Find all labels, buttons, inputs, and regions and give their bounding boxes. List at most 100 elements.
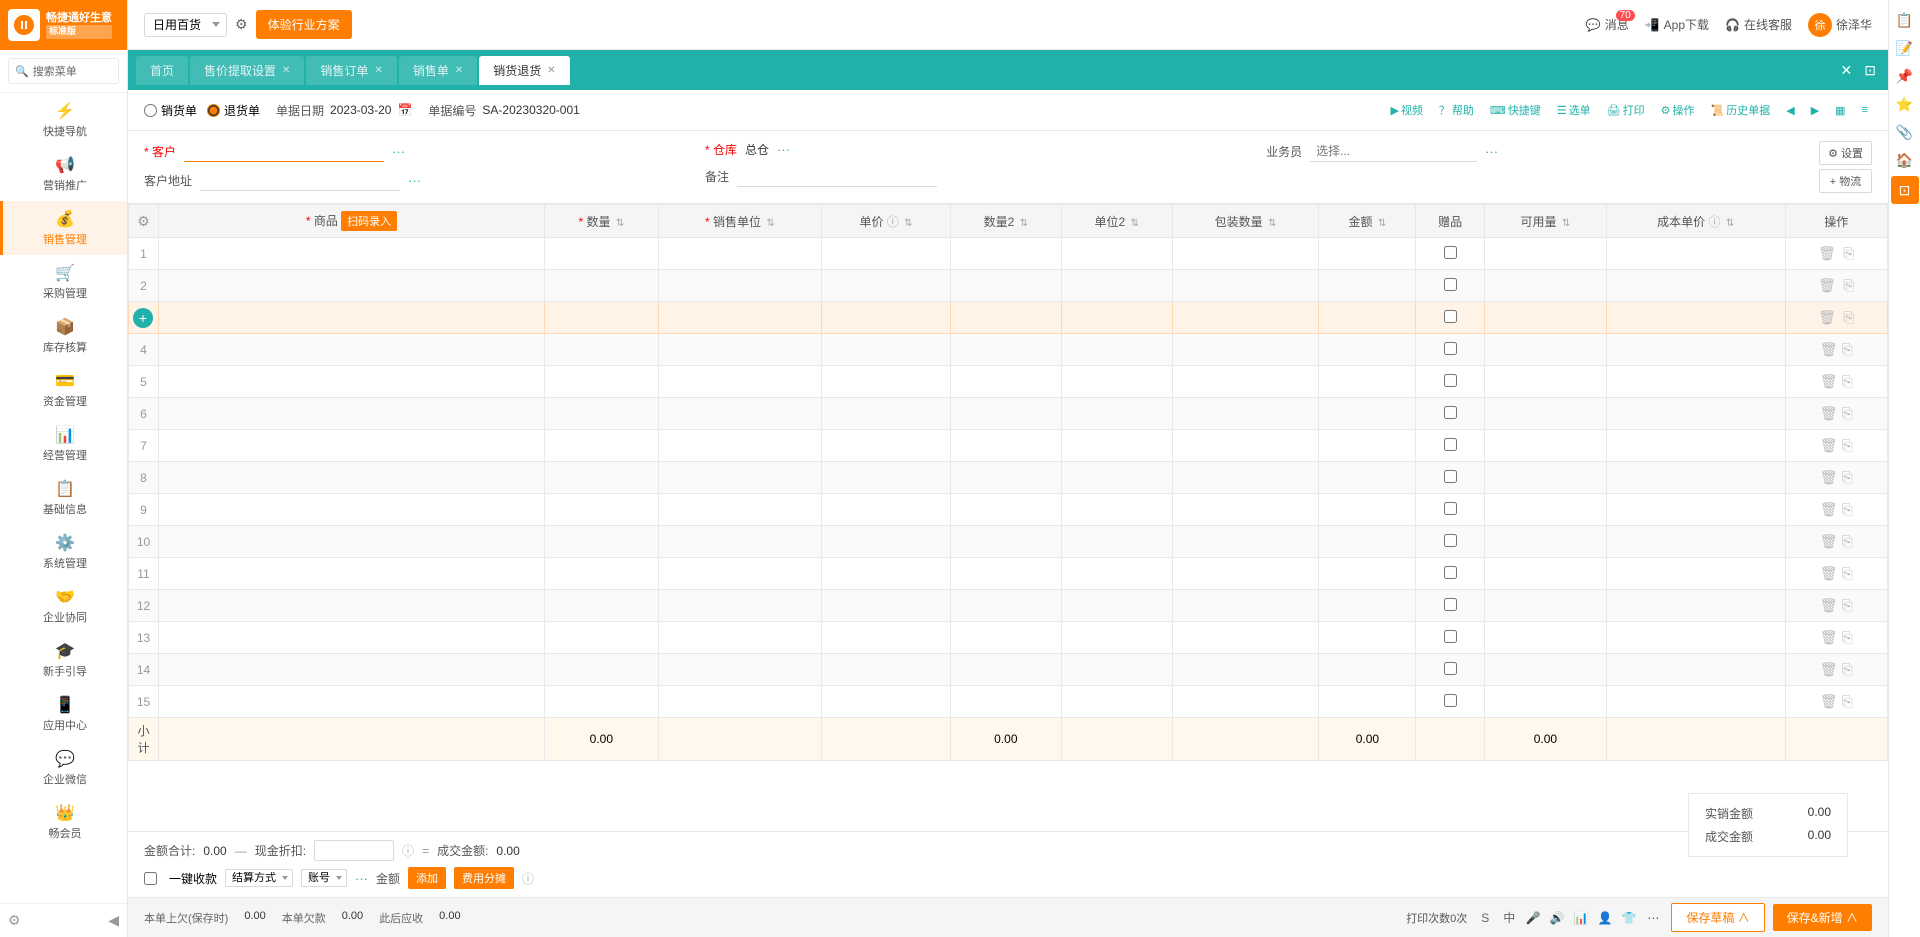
row-2-available[interactable] xyxy=(1484,270,1606,302)
row-6-delete-btn[interactable]: 🗑 xyxy=(1818,403,1840,424)
pack-sort-icon[interactable]: ⇅ xyxy=(1268,218,1276,229)
right-panel-btn-4[interactable]: ⭐ xyxy=(1893,92,1917,116)
collapse-btn[interactable]: ◀ xyxy=(108,912,119,929)
next-record-btn[interactable]: ▶ xyxy=(1807,102,1823,119)
tab-sales-close[interactable]: ✕ xyxy=(455,65,463,76)
row-5-delete-btn[interactable]: 🗑 xyxy=(1818,371,1840,392)
remark-input[interactable] xyxy=(737,166,937,187)
row-1-qty[interactable] xyxy=(545,238,659,270)
sidebar-item-basic[interactable]: 📋 基础信息 xyxy=(0,471,127,525)
right-panel-btn-1[interactable]: 📋 xyxy=(1893,8,1917,32)
row-3-gift[interactable] xyxy=(1416,302,1485,334)
row-10-delete-btn[interactable]: 🗑 xyxy=(1818,531,1840,552)
row-2-qty2[interactable] xyxy=(950,270,1061,302)
row-1-gift[interactable] xyxy=(1416,238,1485,270)
row-3-amount[interactable] xyxy=(1319,302,1416,334)
row-12-delete-btn[interactable]: 🗑 xyxy=(1818,595,1840,616)
row-1-available[interactable] xyxy=(1484,238,1606,270)
row-13-delete-btn[interactable]: 🗑 xyxy=(1818,627,1840,648)
row-2-amount[interactable] xyxy=(1319,270,1416,302)
row-14-copy-btn[interactable]: ⎘ xyxy=(1840,659,1855,680)
row-3-product[interactable] xyxy=(159,302,545,334)
cost-sort-icon[interactable]: ⇅ xyxy=(1726,218,1734,229)
prev-record-btn[interactable]: ◀ xyxy=(1782,102,1798,119)
row-7-delete-btn[interactable]: 🗑 xyxy=(1818,435,1840,456)
row-2-unit2[interactable] xyxy=(1061,270,1172,302)
select-btn[interactable]: ☰ 选单 xyxy=(1553,100,1595,120)
row-2-gift[interactable] xyxy=(1416,270,1485,302)
staff-input[interactable] xyxy=(1310,141,1477,162)
row-3-unit[interactable] xyxy=(658,302,821,334)
row-8-delete-btn[interactable]: 🗑 xyxy=(1818,467,1840,488)
view-toggle-2-btn[interactable]: ≡ xyxy=(1858,102,1872,118)
address-more-btn[interactable]: ··· xyxy=(408,173,421,188)
row-15-copy-btn[interactable]: ⎘ xyxy=(1840,691,1855,712)
sidebar-item-app-center[interactable]: 📱 应用中心 xyxy=(0,687,127,741)
th-gear[interactable]: ⚙ xyxy=(129,205,159,238)
scan-input-btn[interactable]: 扫码录入 xyxy=(341,211,397,231)
video-btn[interactable]: ▶ 视频 xyxy=(1386,100,1426,120)
row-3-pack-qty[interactable] xyxy=(1172,302,1319,334)
row-8-copy-btn[interactable]: ⎘ xyxy=(1840,467,1855,488)
sidebar-item-purchase[interactable]: 🛒 采购管理 xyxy=(0,255,127,309)
row-9-copy-btn[interactable]: ⎘ xyxy=(1840,499,1855,520)
row-10-copy-btn[interactable]: ⎘ xyxy=(1840,531,1855,552)
save-draft-btn[interactable]: 保存草稿 ∧ xyxy=(1671,903,1764,932)
row-2-copy-btn[interactable]: ⎘ xyxy=(1841,275,1856,296)
fee-split-btn[interactable]: 费用分摊 xyxy=(454,867,514,889)
qty-sort-icon[interactable]: ⇅ xyxy=(616,218,624,229)
tab-sales-return-close[interactable]: ✕ xyxy=(547,65,555,76)
address-input[interactable] xyxy=(200,170,400,191)
row-14-delete-btn[interactable]: 🗑 xyxy=(1818,659,1840,680)
qty2-sort-icon[interactable]: ⇅ xyxy=(1020,218,1028,229)
row-5-copy-btn[interactable]: ⎘ xyxy=(1840,371,1855,392)
row-1-copy-btn[interactable]: ⎘ xyxy=(1841,243,1856,264)
save-new-btn[interactable]: 保存&新增 ∧ xyxy=(1773,904,1872,931)
row-1-unit[interactable] xyxy=(658,238,821,270)
settings-side-btn[interactable]: ⚙ 设置 xyxy=(1819,141,1872,165)
operation-btn[interactable]: ⚙ 操作 xyxy=(1657,100,1699,120)
tab-sales-return[interactable]: 销货退货 ✕ xyxy=(479,56,569,85)
sidebar-item-newbie[interactable]: 🎓 新手引导 xyxy=(0,633,127,687)
sidebar-item-finance[interactable]: 💳 资金管理 xyxy=(0,363,127,417)
tab-sales[interactable]: 销售单 ✕ xyxy=(399,56,477,85)
row-6-copy-btn[interactable]: ⎘ xyxy=(1840,403,1855,424)
row-1-pack-qty[interactable] xyxy=(1172,238,1319,270)
row-2-pack-qty[interactable] xyxy=(1172,270,1319,302)
right-panel-btn-5[interactable]: 📎 xyxy=(1893,120,1917,144)
row-1-cost-price[interactable] xyxy=(1606,238,1785,270)
row-15-delete-btn[interactable]: 🗑 xyxy=(1818,691,1840,712)
row-2-delete-btn[interactable]: 🗑 xyxy=(1816,275,1838,296)
experience-button[interactable]: 体验行业方案 xyxy=(256,10,352,39)
tab-home[interactable]: 首页 xyxy=(136,56,188,85)
row-3-copy-btn[interactable]: ⎘ xyxy=(1841,307,1856,328)
row-3-price[interactable] xyxy=(822,302,951,334)
unit2-sort-icon[interactable]: ⇅ xyxy=(1131,218,1139,229)
help-btn[interactable]: ？ 帮助 xyxy=(1435,100,1478,120)
row-1-qty2[interactable] xyxy=(950,238,1061,270)
search-menu-button[interactable]: 🔍 搜索菜单 xyxy=(8,58,119,84)
industry-select[interactable]: 日用百货 xyxy=(144,13,227,37)
row-3-delete-btn[interactable]: 🗑 xyxy=(1816,307,1838,328)
row-7-copy-btn[interactable]: ⎘ xyxy=(1840,435,1855,456)
radio-sales-label[interactable]: 销货单 xyxy=(144,102,197,119)
settings-bottom-btn[interactable]: ⚙ xyxy=(8,912,21,929)
customer-input[interactable] xyxy=(184,141,384,162)
settlement-select[interactable]: 结算方式 xyxy=(225,869,293,887)
sidebar-item-shortcut[interactable]: ⚡ 快捷导航 xyxy=(0,93,127,147)
row-1-product[interactable] xyxy=(159,238,545,270)
print-btn[interactable]: 🖨 打印 xyxy=(1603,100,1649,120)
sidebar-item-sales[interactable]: 💰 销售管理 xyxy=(0,201,127,255)
sidebar-item-operations[interactable]: 📊 经营管理 xyxy=(0,417,127,471)
available-sort-icon[interactable]: ⇅ xyxy=(1562,218,1570,229)
row-2-qty[interactable] xyxy=(545,270,659,302)
add-payment-btn[interactable]: 添加 xyxy=(408,867,446,889)
sidebar-item-wechat[interactable]: 💬 企业微信 xyxy=(0,741,127,795)
amount-sort-icon[interactable]: ⇅ xyxy=(1378,218,1386,229)
account-select[interactable]: 账号 xyxy=(301,869,347,887)
row-2-unit[interactable] xyxy=(658,270,821,302)
cash-discount-input[interactable] xyxy=(314,840,394,861)
radio-return[interactable] xyxy=(207,104,220,117)
radio-return-label[interactable]: 退货单 xyxy=(207,102,260,119)
shortcut-btn[interactable]: ⌨ 快捷键 xyxy=(1486,100,1545,120)
